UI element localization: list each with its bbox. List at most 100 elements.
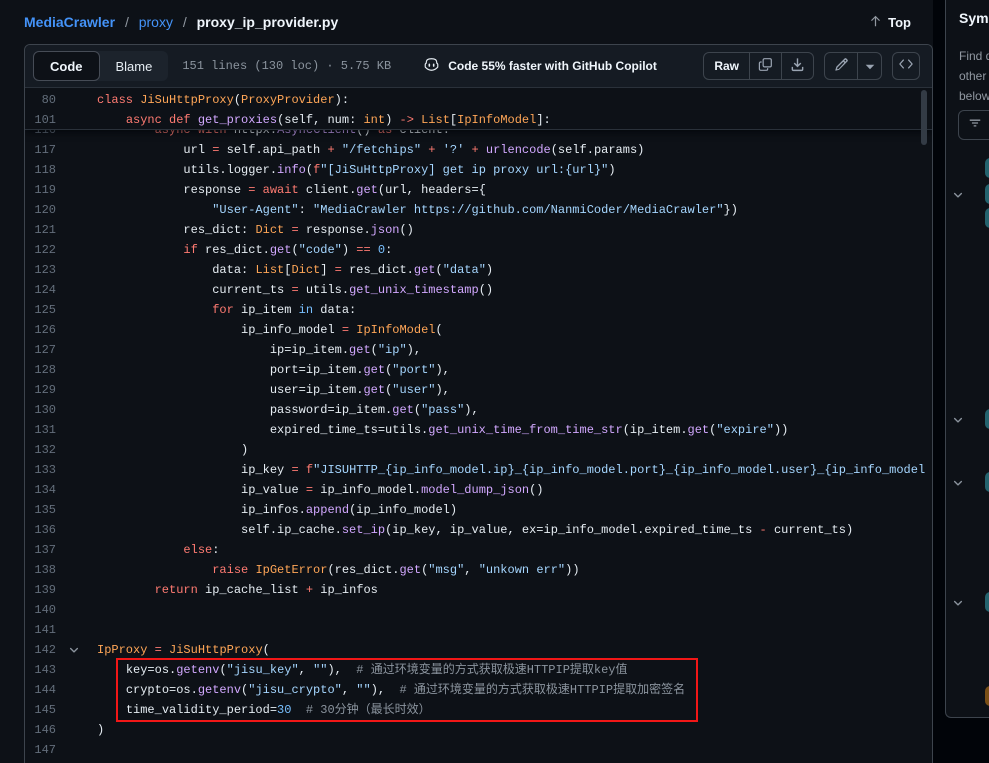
line-number[interactable]: 141	[25, 620, 56, 640]
symbol-badge[interactable]	[985, 409, 989, 429]
code-line-120: 120 "User-Agent": "MediaCrawler https://…	[25, 200, 932, 220]
code-text: user=ip_item.get("user"),	[97, 380, 450, 400]
download-button[interactable]	[781, 53, 813, 79]
symbol-badge[interactable]	[985, 208, 989, 228]
edit-button[interactable]	[825, 53, 857, 79]
line-number[interactable]: 135	[25, 500, 56, 520]
line-number[interactable]: 118	[25, 160, 56, 180]
chevron-down-icon[interactable]	[952, 596, 964, 614]
code-text: expired_time_ts=utils.get_unix_time_from…	[97, 420, 788, 440]
line-number[interactable]: 123	[25, 260, 56, 280]
fold-gutter	[56, 200, 97, 220]
symbol-row[interactable]	[946, 184, 989, 206]
line-number[interactable]: 101	[25, 110, 56, 130]
symbols-panel: Symbols Find definitions and references …	[945, 0, 989, 718]
code-text: data: List[Dict] = res_dict.get("data")	[97, 260, 493, 280]
code-line-138: 138 raise IpGetError(res_dict.get("msg",…	[25, 560, 932, 580]
tab-blame[interactable]: Blame	[100, 51, 169, 81]
symbols-filter-input[interactable]	[958, 110, 989, 140]
main-column: MediaCrawler / proxy / proxy_ip_provider…	[0, 0, 933, 763]
fold-gutter	[56, 740, 97, 760]
line-number[interactable]: 117	[25, 140, 56, 160]
code-text: IpProxy = JiSuHttpProxy(	[97, 640, 270, 660]
fold-gutter	[56, 300, 97, 320]
code-text: utils.logger.info(f"[JiSuHttpProxy] get …	[97, 160, 616, 180]
line-number[interactable]: 140	[25, 600, 56, 620]
line-number[interactable]: 131	[25, 420, 56, 440]
fold-gutter	[56, 620, 97, 640]
line-number[interactable]: 127	[25, 340, 56, 360]
copy-icon	[758, 57, 773, 75]
code-line-130: 130 password=ip_item.get("pass"),	[25, 400, 932, 420]
line-number[interactable]: 142	[25, 640, 56, 660]
line-number[interactable]: 126	[25, 320, 56, 340]
code-text: response = await client.get(url, headers…	[97, 180, 486, 200]
code-scrollbar-thumb[interactable]	[921, 90, 927, 145]
line-number[interactable]: 146	[25, 720, 56, 740]
line-number[interactable]: 119	[25, 180, 56, 200]
symbol-row[interactable]	[946, 592, 989, 614]
caret-down-icon	[865, 59, 875, 73]
line-number[interactable]: 121	[25, 220, 56, 240]
symbol-row[interactable]	[946, 208, 989, 230]
tab-code[interactable]: Code	[33, 51, 100, 81]
line-number[interactable]: 136	[25, 520, 56, 540]
raw-button[interactable]: Raw	[704, 53, 749, 79]
fold-gutter	[56, 500, 97, 520]
line-number[interactable]: 125	[25, 300, 56, 320]
copy-button[interactable]	[749, 53, 781, 79]
line-number[interactable]: 144	[25, 680, 56, 700]
chevron-down-icon[interactable]	[952, 188, 964, 206]
code-text: )	[97, 720, 104, 740]
line-number[interactable]: 133	[25, 460, 56, 480]
symbol-badge[interactable]	[985, 158, 989, 178]
symbol-badge[interactable]	[985, 184, 989, 204]
breadcrumb-separator: /	[183, 14, 187, 30]
fold-gutter	[56, 440, 97, 460]
line-number[interactable]: 143	[25, 660, 56, 680]
line-number[interactable]: 120	[25, 200, 56, 220]
fold-gutter	[56, 700, 97, 720]
symbol-row[interactable]	[946, 472, 989, 494]
fold-gutter	[56, 400, 97, 420]
line-number[interactable]: 134	[25, 480, 56, 500]
symbol-badge[interactable]	[985, 592, 989, 612]
code-line-134: 134 ip_value = ip_info_model.model_dump_…	[25, 480, 932, 500]
symbol-row[interactable]	[946, 409, 989, 431]
line-number[interactable]: 138	[25, 560, 56, 580]
line-number[interactable]: 130	[25, 400, 56, 420]
breadcrumb-repo-link[interactable]: MediaCrawler	[24, 14, 115, 30]
chevron-down-icon[interactable]	[952, 413, 964, 431]
symbol-badge[interactable]	[985, 472, 989, 492]
fold-chevron-icon[interactable]	[56, 640, 97, 660]
symbol-row[interactable]	[946, 158, 989, 180]
line-number[interactable]: 147	[25, 740, 56, 760]
symbol-badge[interactable]	[985, 686, 989, 706]
line-number[interactable]: 124	[25, 280, 56, 300]
line-number[interactable]: 80	[25, 90, 56, 110]
line-number[interactable]: 122	[25, 240, 56, 260]
file-card: Code Blame 151 lines (130 loc) · 5.75 KB…	[24, 44, 933, 763]
back-to-top-link[interactable]: Top	[869, 14, 911, 31]
line-number[interactable]: 145	[25, 700, 56, 720]
edit-dropdown-button[interactable]	[857, 53, 881, 79]
line-number[interactable]: 137	[25, 540, 56, 560]
code-line-131: 131 expired_time_ts=utils.get_unix_time_…	[25, 420, 932, 440]
fold-gutter	[56, 90, 97, 110]
copilot-banner[interactable]: Code 55% faster with GitHub Copilot	[423, 56, 657, 76]
chevron-down-icon[interactable]	[952, 476, 964, 494]
symbols-toggle-button[interactable]	[892, 52, 920, 80]
symbol-row[interactable]	[946, 686, 989, 708]
line-number[interactable]: 128	[25, 360, 56, 380]
code-line-122: 122 if res_dict.get("code") == 0:	[25, 240, 932, 260]
code-line-129: 129 user=ip_item.get("user"),	[25, 380, 932, 400]
code-line-80: 80class JiSuHttpProxy(ProxyProvider):	[25, 90, 932, 110]
breadcrumb-folder-link[interactable]: proxy	[139, 14, 173, 30]
download-icon	[790, 57, 805, 75]
line-number[interactable]: 139	[25, 580, 56, 600]
code-text: ip_infos.append(ip_info_model)	[97, 500, 457, 520]
breadcrumb-filename: proxy_ip_provider.py	[197, 14, 339, 30]
line-number[interactable]: 132	[25, 440, 56, 460]
line-number[interactable]: 129	[25, 380, 56, 400]
code-text: if res_dict.get("code") == 0:	[97, 240, 392, 260]
